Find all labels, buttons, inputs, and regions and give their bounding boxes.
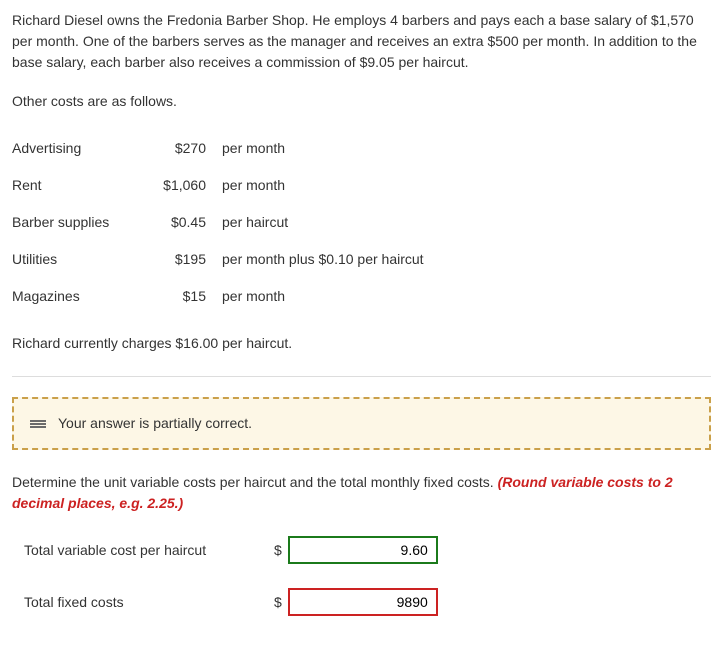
table-row: Advertising $270 per month (12, 130, 436, 167)
cost-unit: per month (222, 167, 436, 204)
cost-unit: per month (222, 130, 436, 167)
cost-item: Rent (12, 167, 142, 204)
partial-correct-alert: Your answer is partially correct. (12, 397, 711, 450)
cost-amount: $270 (142, 130, 222, 167)
currency-symbol: $ (274, 592, 282, 613)
cost-item: Utilities (12, 241, 142, 278)
instruction-plain: Determine the unit variable costs per ha… (12, 474, 498, 490)
problem-intro: Richard Diesel owns the Fredonia Barber … (12, 10, 711, 73)
answer-row-fixed: Total fixed costs $ (24, 588, 711, 616)
table-row: Barber supplies $0.45 per haircut (12, 204, 436, 241)
cost-unit: per month plus $0.10 per haircut (222, 241, 436, 278)
variable-cost-label: Total variable cost per haircut (24, 540, 274, 561)
alert-text: Your answer is partially correct. (58, 413, 252, 434)
answer-row-variable: Total variable cost per haircut $ (24, 536, 711, 564)
charge-line: Richard currently charges $16.00 per hai… (12, 333, 711, 354)
cost-unit: per haircut (222, 204, 436, 241)
cost-item: Advertising (12, 130, 142, 167)
cost-amount: $195 (142, 241, 222, 278)
cost-amount: $15 (142, 278, 222, 315)
variable-cost-input[interactable] (288, 536, 438, 564)
table-row: Utilities $195 per month plus $0.10 per … (12, 241, 436, 278)
cost-table: Advertising $270 per month Rent $1,060 p… (12, 130, 436, 315)
partial-correct-icon (30, 420, 46, 428)
fixed-cost-label: Total fixed costs (24, 592, 274, 613)
cost-amount: $0.45 (142, 204, 222, 241)
table-row: Rent $1,060 per month (12, 167, 436, 204)
fixed-cost-input[interactable] (288, 588, 438, 616)
cost-item: Barber supplies (12, 204, 142, 241)
instruction-text: Determine the unit variable costs per ha… (12, 472, 711, 514)
table-row: Magazines $15 per month (12, 278, 436, 315)
other-costs-heading: Other costs are as follows. (12, 91, 711, 112)
cost-amount: $1,060 (142, 167, 222, 204)
cost-item: Magazines (12, 278, 142, 315)
currency-symbol: $ (274, 540, 282, 561)
section-divider (12, 376, 711, 377)
cost-unit: per month (222, 278, 436, 315)
